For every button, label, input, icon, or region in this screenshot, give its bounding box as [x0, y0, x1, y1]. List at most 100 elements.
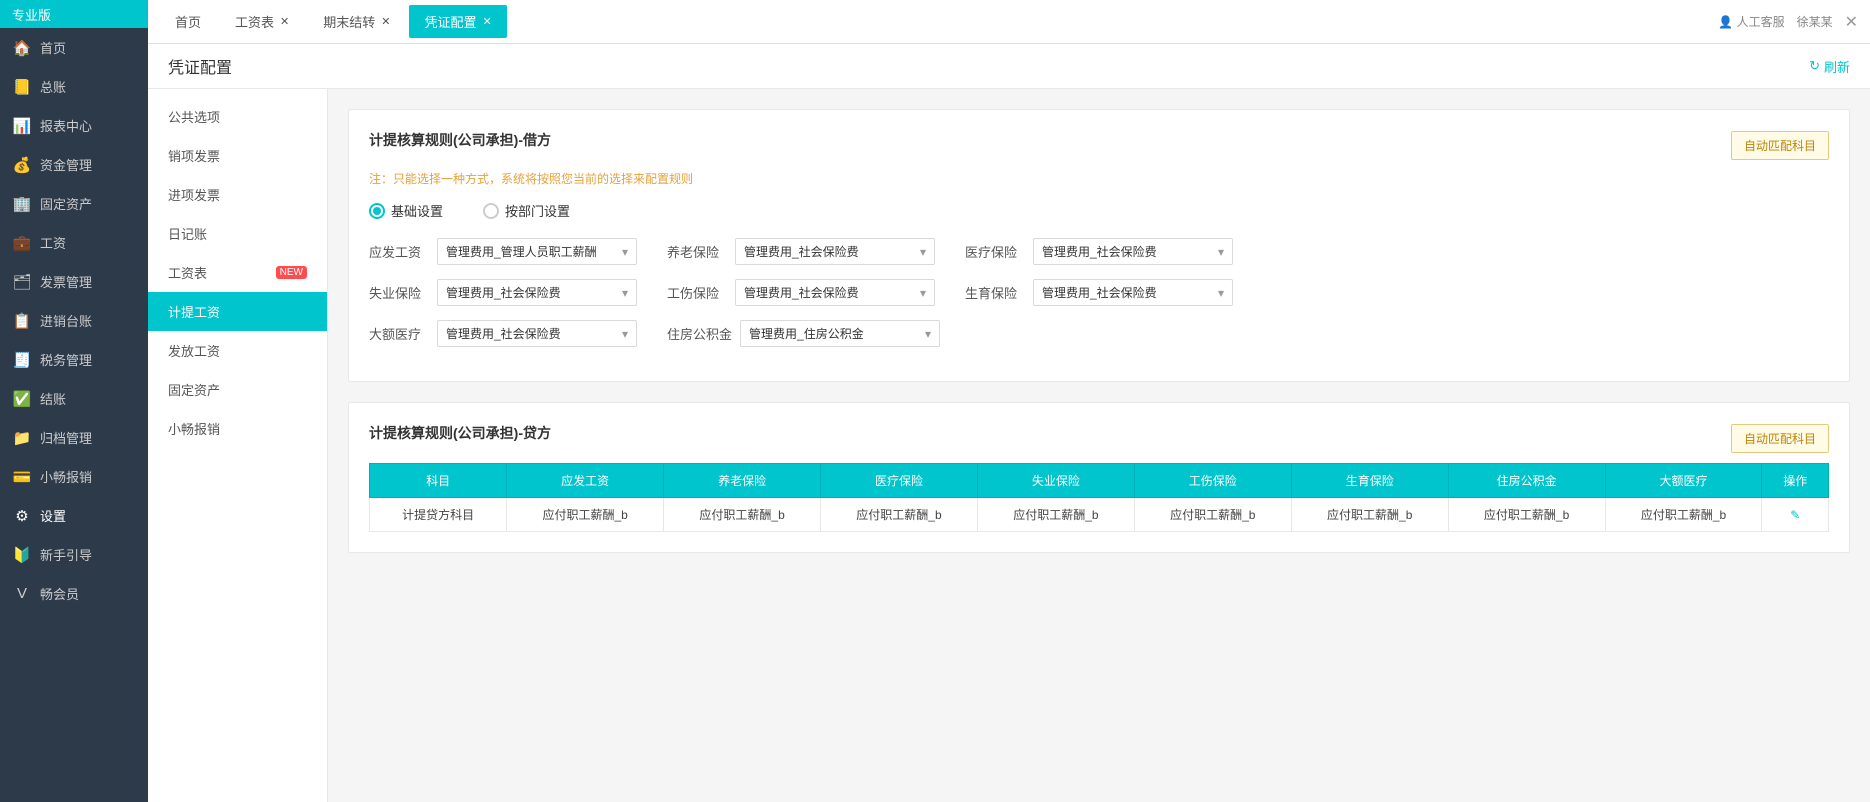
sidebar-item-archive[interactable]: 📁归档管理 [0, 418, 148, 457]
col-header: 养老保险 [664, 464, 821, 498]
sidebar-label-settings: 设置 [40, 506, 66, 525]
chevron-down-icon: ▾ [925, 327, 931, 341]
sidebar-label-tax: 税务管理 [40, 350, 92, 369]
radio-basic[interactable]: 基础设置 [369, 201, 443, 220]
username: 徐某某 [1797, 13, 1833, 30]
left-nav-label-payroll_table: 工资表 [168, 263, 207, 282]
sidebar-item-stock[interactable]: 📋 进销台账 [0, 301, 148, 340]
chevron-down-icon: ▾ [622, 286, 628, 300]
left-nav-in_invoice[interactable]: 进项发票 [148, 175, 327, 214]
field-daeyi-select[interactable]: 管理费用_社会保险费 ▾ [437, 320, 637, 347]
left-nav-pay_salary[interactable]: 发放工资 [148, 331, 327, 370]
left-nav-expense[interactable]: 小畅报销 [148, 409, 327, 448]
archive-icon: 📁 [12, 429, 32, 447]
refresh-button[interactable]: ↻ 刷新 [1809, 57, 1850, 76]
sidebar-item-member[interactable]: V畅会员 [0, 574, 148, 613]
stock-icon: 📋 [12, 312, 32, 330]
field-yanglao-select[interactable]: 管理费用_社会保险费 ▾ [735, 238, 935, 265]
sidebar-item-home[interactable]: 🏠首页 [0, 28, 148, 67]
sidebar-item-report[interactable]: 📊 报表中心 [0, 106, 148, 145]
left-nav-calc_salary[interactable]: 计提工资 [148, 292, 327, 331]
sidebar-item-salary[interactable]: 💼工资 [0, 223, 148, 262]
sidebar-label-assets: 固定资产 [40, 194, 92, 213]
section1-note: 注：只能选择一种方式，系统将按照您当前的选择来配置规则 [369, 170, 1829, 187]
field-yingfa-select[interactable]: 管理费用_管理人员职工薪酬 ▾ [437, 238, 637, 265]
field-yiliao: 医疗保险 管理费用_社会保险费 ▾ [965, 238, 1233, 265]
credit-table: 科目应发工资养老保险医疗保险失业保险工伤保险生育保险住房公积金大额医疗操作 计提… [369, 463, 1829, 532]
tab-voucher[interactable]: 凭证配置✕ [409, 5, 506, 38]
field-yiliao-label: 医疗保险 [965, 242, 1025, 261]
user-service: 👤 人工客服 [1718, 13, 1784, 30]
sidebar-item-invoice[interactable]: 🗂发票管理 [0, 262, 148, 301]
member-icon: V [12, 585, 32, 602]
sidebar-label-home: 首页 [40, 38, 66, 57]
radio-dept[interactable]: 按部门设置 [483, 201, 570, 220]
field-gongshang: 工伤保险 管理费用_社会保险费 ▾ [667, 279, 935, 306]
brand-label: 专业版 [0, 0, 148, 28]
section-debit: 计提核算规则(公司承担)-借方 自动匹配科目 注：只能选择一种方式，系统将按照您… [348, 109, 1850, 382]
field-gongshang-label: 工伤保险 [667, 283, 727, 302]
report-icon: 📊 [12, 117, 32, 135]
tab-label-payroll: 工资表 [235, 12, 274, 31]
field-shiye-select[interactable]: 管理费用_社会保险费 ▾ [437, 279, 637, 306]
close-icon[interactable]: ✕ [1845, 12, 1858, 32]
edit-icon[interactable]: ✎ [1790, 508, 1800, 522]
sidebar-item-closing[interactable]: ✅结账 [0, 379, 148, 418]
content-area: 计提核算规则(公司承担)-借方 自动匹配科目 注：只能选择一种方式，系统将按照您… [328, 89, 1870, 802]
left-nav-label-red_invoice: 销项发票 [168, 146, 220, 165]
auto-match-debit-button[interactable]: 自动匹配科目 [1731, 131, 1829, 160]
main-area: 首页工资表✕期末结转✕凭证配置✕ 👤 人工客服 徐某某 ✕ 凭证配置 ↻ 刷新 … [148, 0, 1870, 802]
auto-match-credit-button[interactable]: 自动匹配科目 [1731, 424, 1829, 453]
topbar-right: 👤 人工客服 徐某某 [1718, 13, 1832, 30]
col-header: 操作 [1762, 464, 1829, 498]
section1-title: 计提核算规则(公司承担)-借方 [369, 130, 551, 150]
sidebar-item-funds[interactable]: 💰资金管理 [0, 145, 148, 184]
section-credit: 计提核算规则(公司承担)-贷方 自动匹配科目 科目应发工资养老保险医疗保险失业保… [348, 402, 1850, 553]
tab-period[interactable]: 期末结转✕ [308, 5, 405, 38]
left-nav-label-fixed_assets: 固定资产 [168, 380, 220, 399]
left-nav-fixed_assets[interactable]: 固定资产 [148, 370, 327, 409]
page-title: 凭证配置 [168, 54, 232, 78]
left-nav-label-journal: 日记账 [168, 224, 207, 243]
col-header: 应发工资 [507, 464, 664, 498]
settings-icon: ⚙ [12, 507, 32, 525]
left-nav-public[interactable]: 公共选项 [148, 97, 327, 136]
radio-dept-circle [483, 203, 499, 219]
col-header: 住房公积金 [1448, 464, 1605, 498]
sidebar-item-tax[interactable]: 🧾 税务管理 [0, 340, 148, 379]
form-row-2: 失业保险 管理费用_社会保险费 ▾ 工伤保险 管理费用_社会保险费 ▾ [369, 279, 1829, 306]
left-nav-label-in_invoice: 进项发票 [168, 185, 220, 204]
chevron-down-icon: ▾ [920, 245, 926, 259]
tab-payroll[interactable]: 工资表 ✕ [220, 5, 304, 38]
tab-close-payroll[interactable]: ✕ [280, 15, 289, 28]
left-nav-journal[interactable]: 日记账 [148, 214, 327, 253]
sidebar-item-ledger[interactable]: 📒总账 [0, 67, 148, 106]
field-yiliao-select[interactable]: 管理费用_社会保险费 ▾ [1033, 238, 1233, 265]
sidebar-item-settings[interactable]: ⚙ 设置 [0, 496, 148, 535]
sidebar-label-ledger: 总账 [40, 77, 66, 96]
left-nav-payroll_table[interactable]: 工资表NEW [148, 253, 327, 292]
left-nav-red_invoice[interactable]: 销项发票 [148, 136, 327, 175]
content: 公共选项销项发票进项发票日记账工资表NEW计提工资发放工资固定资产小畅报销 计提… [148, 89, 1870, 802]
form-row-3: 大额医疗 管理费用_社会保险费 ▾ 住房公积金 管理费用_住房公积金 ▾ [369, 320, 1829, 347]
sidebar-item-assets[interactable]: 🏢固定资产 [0, 184, 148, 223]
sidebar-item-xiaochang[interactable]: 💳小畅报销 [0, 457, 148, 496]
tab-home[interactable]: 首页 [160, 5, 216, 38]
left-nav-label-expense: 小畅报销 [168, 419, 220, 438]
field-zhufang-select[interactable]: 管理费用_住房公积金 ▾ [740, 320, 940, 347]
field-shengyu-label: 生育保险 [965, 283, 1025, 302]
table-row: 计提贷方科目应付职工薪酬_b应付职工薪酬_b应付职工薪酬_b应付职工薪酬_b应付… [370, 498, 1829, 532]
xiaochang-icon: 💳 [12, 468, 32, 486]
sidebar-label-stock: 进销台账 [40, 311, 92, 330]
tab-close-period[interactable]: ✕ [381, 15, 390, 28]
radio-group: 基础设置 按部门设置 [369, 201, 1829, 220]
field-shengyu-select[interactable]: 管理费用_社会保险费 ▾ [1033, 279, 1233, 306]
field-gongshang-select[interactable]: 管理费用_社会保险费 ▾ [735, 279, 935, 306]
cell-value: 应付职工薪酬_b [821, 498, 978, 532]
sidebar-label-report: 报表中心 [40, 116, 92, 135]
field-yanglao: 养老保险 管理费用_社会保险费 ▾ [667, 238, 935, 265]
tax-icon: 🧾 [12, 351, 32, 369]
cell-action[interactable]: ✎ [1762, 498, 1829, 532]
tab-close-voucher[interactable]: ✕ [483, 15, 492, 28]
sidebar-item-guide[interactable]: 🔰新手引导 [0, 535, 148, 574]
